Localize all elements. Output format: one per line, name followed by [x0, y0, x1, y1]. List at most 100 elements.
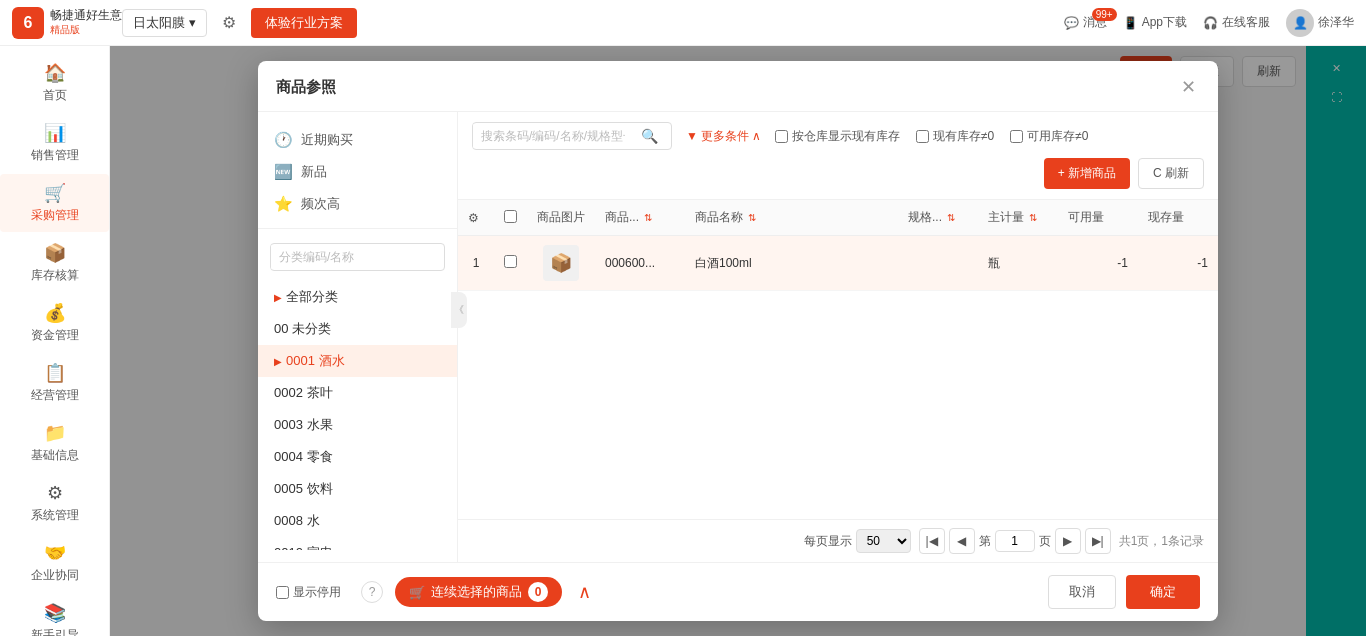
sidebar-item-purchase[interactable]: 🛒 采购管理: [0, 174, 109, 232]
sidebar-label-purchase: 采购管理: [31, 207, 79, 224]
inventory-icon: 📦: [44, 242, 66, 264]
page-number-input[interactable]: [995, 530, 1035, 552]
table-header-row: ⚙ 商品图片: [458, 200, 1218, 236]
continuous-select-cart[interactable]: 🛒 连续选择的商品 0: [395, 577, 562, 607]
collapse-left-btn[interactable]: 《: [451, 292, 467, 328]
user-avatar: 👤: [1286, 9, 1314, 37]
modal-right-panel: 🔍 ▼ 更多条件 ∧ 按仓库显示现有库存: [458, 112, 1218, 562]
sidebar-item-finance[interactable]: 💰 资金管理: [0, 294, 109, 352]
category-search-btn[interactable]: 🔍: [437, 244, 445, 270]
footer-collapse-btn[interactable]: ∧: [578, 581, 591, 603]
product-search-btn[interactable]: 🔍: [633, 123, 666, 149]
sidebar-label-system: 系统管理: [31, 507, 79, 524]
sidebar-label-inventory: 库存核算: [31, 267, 79, 284]
th-code[interactable]: 商品... ⇅: [595, 200, 685, 236]
system-icon: ⚙: [47, 482, 63, 504]
first-page-btn[interactable]: |◀: [919, 528, 945, 554]
next-page-btn[interactable]: ▶: [1055, 528, 1081, 554]
cat-item-drinks[interactable]: 0005 饮料: [258, 473, 457, 505]
cat-item-liquor[interactable]: ▶ 0001 酒水: [258, 345, 457, 377]
filter-more-btn[interactable]: ▼ 更多条件 ∧: [680, 126, 767, 147]
sidebar-item-sales[interactable]: 📊 销售管理: [0, 114, 109, 172]
confirm-btn[interactable]: 确定: [1126, 575, 1200, 609]
th-unit[interactable]: 主计量 ⇅: [978, 200, 1058, 236]
sidebar-item-collab[interactable]: 🤝 企业协同: [0, 534, 109, 592]
product-table-wrap: ⚙ 商品图片: [458, 200, 1218, 519]
sidebar-label-collab: 企业协同: [31, 567, 79, 584]
home-icon: 🏠: [44, 62, 66, 84]
top-nav: 6 畅捷通好生意 精品版 日太阳膜 ▾ ⚙ 体验行业方案 💬 消息 99+ 📱 …: [0, 0, 1366, 46]
product-reference-modal: 商品参照 ✕ 🕐 近期购买 🆕: [258, 61, 1218, 621]
recent-icon: 🕐: [274, 131, 293, 149]
product-search-input[interactable]: [473, 124, 633, 148]
left-tabs: 🕐 近期购买 🆕 新品 ⭐ 频次高: [258, 124, 457, 229]
sidebar-item-home[interactable]: 🏠 首页: [0, 54, 109, 112]
sidebar-item-operations[interactable]: 📋 经营管理: [0, 354, 109, 412]
row-checkbox[interactable]: [504, 255, 517, 268]
cat-item-uncategorized[interactable]: 00 未分类: [258, 313, 457, 345]
logo-text: 畅捷通好生意: [50, 8, 122, 24]
checkbox-avail-neq0[interactable]: 可用库存≠0: [1010, 128, 1088, 145]
nav-selector[interactable]: 日太阳膜 ▾: [122, 9, 207, 37]
modal-body: 🕐 近期购买 🆕 新品 ⭐ 频次高: [258, 112, 1218, 562]
page-nav: |◀ ◀ 第 页 ▶ ▶|: [919, 528, 1111, 554]
sidebar-item-inventory[interactable]: 📦 库存核算: [0, 234, 109, 292]
tab-frequent[interactable]: ⭐ 频次高: [258, 188, 457, 220]
sidebar-label-guide: 新手引导: [31, 627, 79, 636]
sidebar-label-home: 首页: [43, 87, 67, 104]
trial-btn[interactable]: 体验行业方案: [251, 8, 357, 38]
sidebar-label-finance: 资金管理: [31, 327, 79, 344]
per-page-select[interactable]: 50 100 200: [856, 529, 911, 553]
cat-item-snacks[interactable]: 0004 零食: [258, 441, 457, 473]
modal-left-panel: 🕐 近期购买 🆕 新品 ⭐ 频次高: [258, 112, 458, 562]
cancel-btn[interactable]: 取消: [1048, 575, 1116, 609]
guide-icon: 📚: [44, 602, 66, 624]
tab-new[interactable]: 🆕 新品: [258, 156, 457, 188]
app-layout: 🏠 首页 📊 销售管理 🛒 采购管理 📦 库存核算 💰 资金管理 📋 经营管理 …: [0, 46, 1366, 636]
cell-code: 000600...: [595, 236, 685, 291]
page-info: 共1页，1条记录: [1119, 533, 1204, 550]
checkbox-group: 按仓库显示现有库存 现有库存≠0 可用库存≠0: [775, 128, 1089, 145]
nav-user[interactable]: 👤 徐泽华: [1286, 9, 1354, 37]
modal-close-btn[interactable]: ✕: [1176, 75, 1200, 99]
nav-app-download[interactable]: 📱 App下载: [1123, 14, 1187, 31]
cat-item-fruit[interactable]: 0003 水果: [258, 409, 457, 441]
sidebar-label-base: 基础信息: [31, 447, 79, 464]
nav-messages[interactable]: 💬 消息 99+: [1064, 14, 1107, 31]
category-search: 🔍: [270, 243, 445, 271]
th-check: [494, 200, 527, 236]
category-search-input[interactable]: [271, 245, 437, 269]
logo-sub: 精品版: [50, 23, 122, 37]
last-page-btn[interactable]: ▶|: [1085, 528, 1111, 554]
modal-footer: 显示停用 ? 🛒 连续选择的商品 0 ∧ 取消 确定: [258, 562, 1218, 621]
prev-page-btn[interactable]: ◀: [949, 528, 975, 554]
pagination-bar: 每页显示 50 100 200 |◀ ◀ 第: [458, 519, 1218, 562]
sidebar-item-system[interactable]: ⚙ 系统管理: [0, 474, 109, 532]
refresh-btn[interactable]: C 刷新: [1138, 158, 1204, 189]
logo-area: 6 畅捷通好生意 精品版: [12, 7, 122, 39]
sidebar-item-base[interactable]: 📁 基础信息: [0, 414, 109, 472]
add-product-btn[interactable]: + 新增商品: [1044, 158, 1130, 189]
th-spec[interactable]: 规格... ⇅: [898, 200, 978, 236]
nav-right: 💬 消息 99+ 📱 App下载 🎧 在线客服 👤 徐泽华: [1064, 9, 1354, 37]
show-disabled-checkbox[interactable]: 显示停用: [276, 584, 341, 601]
modal-header: 商品参照 ✕: [258, 61, 1218, 112]
help-btn[interactable]: ?: [361, 581, 383, 603]
cell-no: 1: [458, 236, 494, 291]
cat-item-appliances[interactable]: 0010 家电: [258, 537, 457, 550]
select-all-checkbox[interactable]: [504, 210, 517, 223]
th-name[interactable]: 商品名称 ⇅: [685, 200, 898, 236]
main-content: ✕ ⛶ 查询 设置 刷新 商品参照 ✕: [110, 46, 1366, 636]
cat-item-all[interactable]: ▶ 全部分类: [258, 281, 457, 313]
sidebar-item-guide[interactable]: 📚 新手引导: [0, 594, 109, 636]
nav-service[interactable]: 🎧 在线客服: [1203, 14, 1270, 31]
tab-recent[interactable]: 🕐 近期购买: [258, 124, 457, 156]
checkbox-show-stock[interactable]: 按仓库显示现有库存: [775, 128, 900, 145]
nav-gear-icon[interactable]: ⚙: [215, 9, 243, 37]
table-row[interactable]: 1 📦 000600... 白酒100ml: [458, 236, 1218, 291]
cat-item-tea[interactable]: 0002 茶叶: [258, 377, 457, 409]
cat-item-water[interactable]: 0008 水: [258, 505, 457, 537]
category-list: ▶ 全部分类 00 未分类 ▶ 0001 酒水 0002 茶: [258, 277, 457, 550]
footer-actions: 取消 确定: [1048, 575, 1200, 609]
checkbox-stock-neq0[interactable]: 现有库存≠0: [916, 128, 994, 145]
